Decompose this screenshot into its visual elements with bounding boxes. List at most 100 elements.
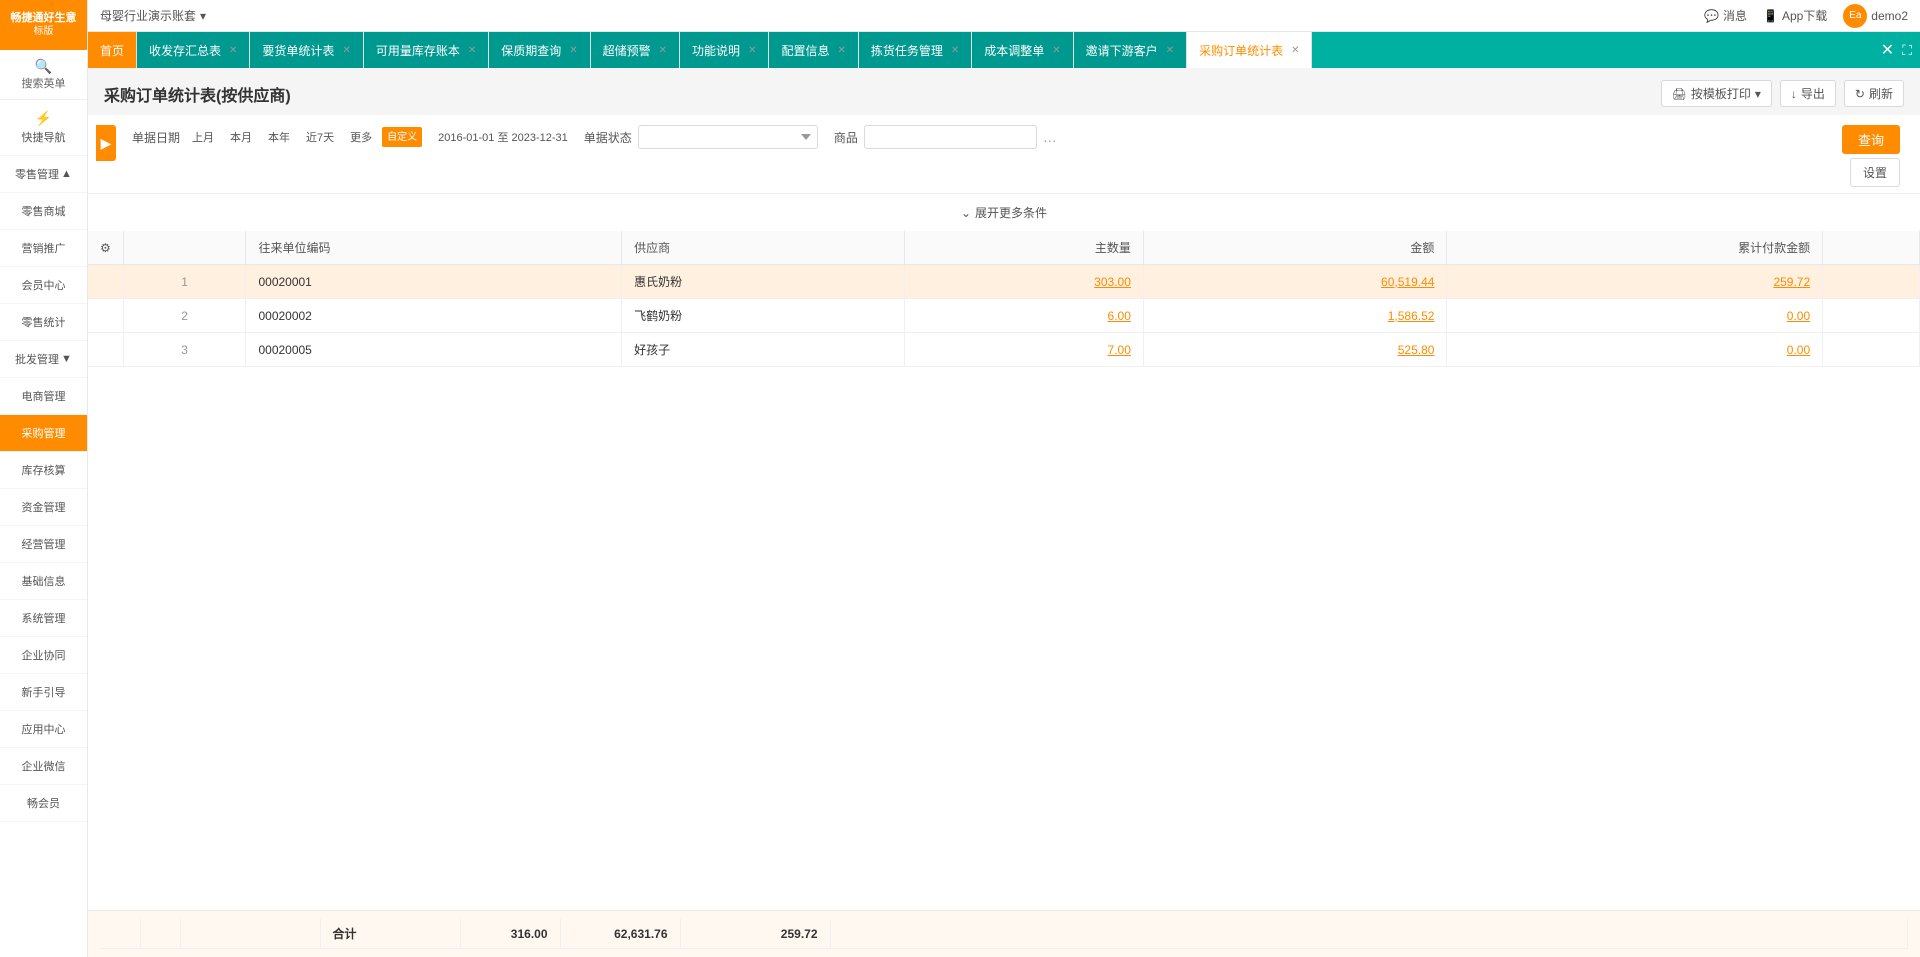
- retail-label: 零售管理: [15, 166, 59, 182]
- tab-close-icon[interactable]: ✕: [1166, 45, 1174, 56]
- tab-cost-adjust[interactable]: 成本调整单 ✕: [972, 32, 1073, 68]
- tab-collect-pay[interactable]: 收发存汇总表 ✕: [137, 32, 250, 68]
- tab-purchase-stats[interactable]: 采购订单统计表 ✕: [1187, 32, 1312, 68]
- sidebar-item-member2[interactable]: 畅会员: [0, 785, 87, 822]
- sidebar-item-search[interactable]: 🔍 搜索英单: [0, 50, 87, 100]
- tab-label: 首页: [100, 42, 124, 59]
- sidebar-item-purchase[interactable]: 采购管理: [0, 415, 87, 452]
- table-row[interactable]: 3 00020005 好孩子 7.00 525.80 0.00: [88, 333, 1920, 367]
- query-button[interactable]: 查询: [1842, 125, 1900, 154]
- paid-link: 259.72: [1773, 275, 1810, 289]
- sidebar-item-member[interactable]: 会员中心: [0, 267, 87, 304]
- sidebar-item-basic[interactable]: 基础信息: [0, 563, 87, 600]
- tab-close-icon[interactable]: ✕: [951, 45, 959, 56]
- row-paid[interactable]: 259.72: [1447, 265, 1823, 299]
- th-spacer: [1823, 231, 1920, 265]
- sidebar-item-business[interactable]: 经营管理: [0, 526, 87, 563]
- settings-button[interactable]: 设置: [1850, 158, 1900, 187]
- sidebar-item-shortcut[interactable]: ⚡ 快捷导航: [0, 100, 87, 156]
- status-select[interactable]: [638, 125, 818, 149]
- expand-arrow-button[interactable]: ▶: [96, 125, 116, 161]
- data-table: ⚙ 往来单位编码 供应商 主数量 金额 累计付款金额 1 00020001: [88, 231, 1920, 367]
- sidebar-item-marketing[interactable]: 营销推广: [0, 230, 87, 267]
- sidebar-item-retail-mall[interactable]: 零售商城: [0, 193, 87, 230]
- template-print-button[interactable]: 🖨 按模板打印 ▾: [1661, 80, 1772, 107]
- row-amount[interactable]: 60,519.44: [1143, 265, 1447, 299]
- row-amount[interactable]: 1,586.52: [1143, 299, 1447, 333]
- user-menu[interactable]: Ea demo2: [1843, 4, 1908, 28]
- tab-shelf-life[interactable]: 保质期查询 ✕: [489, 32, 590, 68]
- date-range-value: 2016-01-01 至 2023-12-31: [438, 129, 568, 145]
- tab-pick-task[interactable]: 拣货任务管理 ✕: [859, 32, 972, 68]
- tab-order-stats[interactable]: 要货单统计表 ✕: [250, 32, 363, 68]
- tab-invite-downstream[interactable]: 邀请下游客户 ✕: [1074, 32, 1187, 68]
- tab-close-icon[interactable]: ✕: [748, 45, 756, 56]
- tab-overstock[interactable]: 超储预警 ✕: [591, 32, 680, 68]
- custom-tag[interactable]: 自定义: [382, 127, 422, 147]
- sidebar-item-stock[interactable]: 库存核算: [0, 452, 87, 489]
- shortcut-this-year[interactable]: 本年: [262, 127, 296, 147]
- tab-close-icon[interactable]: ✕: [342, 45, 350, 56]
- tabbar: 首页 收发存汇总表 ✕ 要货单统计表 ✕ 可用量库存账本 ✕ 保质期查询 ✕ 超…: [88, 32, 1920, 68]
- tab-label: 收发存汇总表: [149, 42, 221, 59]
- maximize-tab-icon[interactable]: ⛶: [1902, 42, 1912, 59]
- goods-label: 商品: [834, 129, 858, 146]
- sidebar-item-wechat[interactable]: 企业微信: [0, 748, 87, 785]
- row-paid[interactable]: 0.00: [1447, 299, 1823, 333]
- sidebar-item-wholesale[interactable]: 批发管理 ▼: [0, 341, 87, 378]
- shortcut-7days[interactable]: 近7天: [300, 127, 340, 147]
- workspace-selector[interactable]: 母婴行业演示账套 ▾: [100, 7, 206, 24]
- sidebar-item-collab[interactable]: 企业协同: [0, 637, 87, 674]
- expand-more-label: 展开更多条件: [975, 204, 1047, 221]
- th-settings[interactable]: ⚙: [88, 231, 123, 265]
- app-download-btn[interactable]: 📱 App下载: [1763, 7, 1827, 24]
- more-options-icon[interactable]: …: [1043, 129, 1057, 145]
- shortcut-more[interactable]: 更多: [344, 127, 378, 147]
- export-button[interactable]: ↓ 导出: [1780, 80, 1836, 107]
- tab-label: 功能说明: [692, 42, 740, 59]
- sidebar-item-retail[interactable]: 零售管理 ▲: [0, 156, 87, 193]
- tab-label: 保质期查询: [501, 42, 561, 59]
- tab-close-icon[interactable]: ✕: [468, 45, 476, 56]
- tab-close-icon[interactable]: ✕: [1291, 45, 1299, 56]
- sidebar-item-newbie[interactable]: 新手引导: [0, 674, 87, 711]
- tab-function-desc[interactable]: 功能说明 ✕: [680, 32, 769, 68]
- tab-home[interactable]: 首页: [88, 32, 137, 68]
- sidebar-item-system[interactable]: 系统管理: [0, 600, 87, 637]
- row-paid[interactable]: 0.00: [1447, 333, 1823, 367]
- row-quantity[interactable]: 303.00: [904, 265, 1143, 299]
- expand-more-row: ⌄ 展开更多条件: [88, 193, 1920, 231]
- row-quantity[interactable]: 7.00: [904, 333, 1143, 367]
- tab-close-icon[interactable]: ✕: [1052, 45, 1060, 56]
- tab-close-icon[interactable]: ✕: [229, 45, 237, 56]
- refresh-button[interactable]: ↻ 刷新: [1844, 80, 1904, 107]
- shortcut-this-month[interactable]: 本月: [224, 127, 258, 147]
- sidebar-item-appstore[interactable]: 应用中心: [0, 711, 87, 748]
- tab-config-info[interactable]: 配置信息 ✕: [769, 32, 858, 68]
- expand-more-button[interactable]: ⌄ 展开更多条件: [961, 198, 1047, 227]
- shortcut-last-month[interactable]: 上月: [186, 127, 220, 147]
- tab-close-icon[interactable]: ✕: [837, 45, 845, 56]
- row-unit-code: 00020005: [246, 333, 622, 367]
- sidebar-item-label: 营销推广: [22, 240, 66, 256]
- message-btn[interactable]: 💬 消息: [1704, 7, 1747, 24]
- amount-link: 525.80: [1398, 343, 1435, 357]
- goods-input[interactable]: [864, 125, 1037, 149]
- row-spacer: [1823, 265, 1920, 299]
- sidebar-item-ecommerce[interactable]: 电商管理: [0, 378, 87, 415]
- row-amount[interactable]: 525.80: [1143, 333, 1447, 367]
- sidebar-item-retail-stats[interactable]: 零售统计: [0, 304, 87, 341]
- table-footer: 合计 316.00 62,631.76 259.72: [88, 910, 1920, 957]
- table-row[interactable]: 1 00020001 惠氏奶粉 303.00 60,519.44 259.72: [88, 265, 1920, 299]
- sidebar-item-finance[interactable]: 资金管理: [0, 489, 87, 526]
- topbar: 母婴行业演示账套 ▾ 💬 消息 📱 App下载 Ea demo2: [88, 0, 1920, 32]
- row-number: 1: [123, 265, 246, 299]
- table-row[interactable]: 2 00020002 飞鹤奶粉 6.00 1,586.52 0.00: [88, 299, 1920, 333]
- status-filter-group: 单据状态: [584, 125, 818, 149]
- tab-close-icon[interactable]: ✕: [569, 45, 577, 56]
- amount-link: 1,586.52: [1388, 309, 1435, 323]
- close-tab-icon[interactable]: ✕: [1881, 40, 1894, 60]
- row-quantity[interactable]: 6.00: [904, 299, 1143, 333]
- tab-available-stock[interactable]: 可用量库存账本 ✕: [364, 32, 489, 68]
- tab-close-icon[interactable]: ✕: [659, 45, 667, 56]
